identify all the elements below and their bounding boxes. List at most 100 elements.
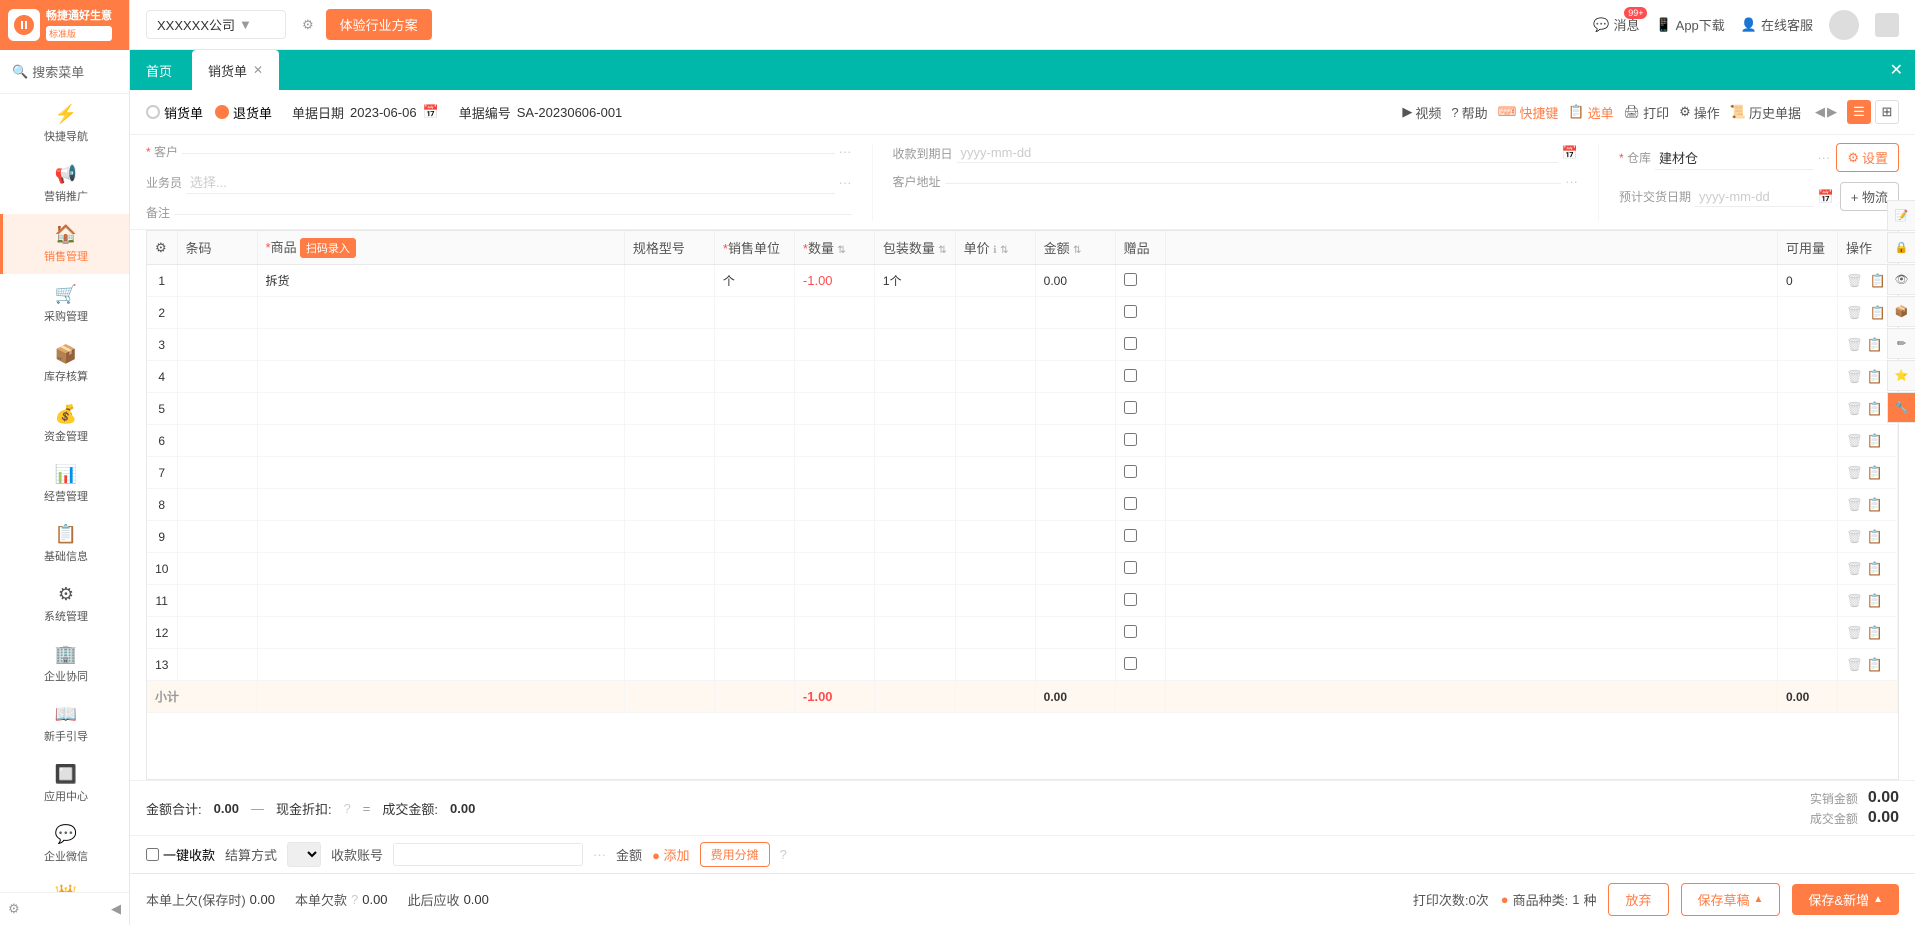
delete-icon[interactable]: 🗑 xyxy=(1846,497,1863,512)
sidebar-item-system[interactable]: ⚙ 系统管理 xyxy=(0,574,129,634)
scan-button[interactable]: 扫码录入 xyxy=(300,238,356,258)
row-amount[interactable]: 0.00 xyxy=(1035,265,1115,297)
user-menu-icon[interactable] xyxy=(1875,13,1899,37)
account-more-icon[interactable]: ··· xyxy=(593,847,606,862)
topbar-gear-icon[interactable]: ⚙ xyxy=(302,17,314,33)
salesperson-input[interactable]: 选择... xyxy=(186,170,834,194)
gift-checkbox[interactable] xyxy=(1124,497,1137,510)
tab-sales-order[interactable]: 销货单 ✕ xyxy=(192,50,279,90)
user-avatar[interactable] xyxy=(1829,10,1859,40)
salesperson-more-icon[interactable]: ··· xyxy=(839,175,852,190)
gift-checkbox[interactable] xyxy=(1124,529,1137,542)
print-action[interactable]: 🖨 打印 xyxy=(1624,103,1670,122)
customer-input[interactable] xyxy=(182,149,834,154)
delete-icon[interactable]: 🗑 xyxy=(1846,433,1863,448)
grid-view-button[interactable]: ⊞ xyxy=(1875,100,1899,124)
delete-icon[interactable]: 🗑 xyxy=(1846,273,1863,288)
customer-address-input[interactable] xyxy=(945,179,1561,184)
copy-icon[interactable]: 📋 xyxy=(1870,305,1886,320)
list-view-button[interactable]: ☰ xyxy=(1847,100,1871,124)
tab-home[interactable]: 首页 xyxy=(130,50,188,90)
delete-icon[interactable]: 🗑 xyxy=(1846,401,1863,416)
account-input[interactable] xyxy=(393,843,583,866)
gift-checkbox[interactable] xyxy=(1124,433,1137,446)
copy-icon[interactable]: 📋 xyxy=(1867,561,1883,576)
fee-split-button[interactable]: 费用分摊 xyxy=(700,842,770,867)
copy-icon[interactable]: 📋 xyxy=(1867,401,1883,416)
save-new-button[interactable]: 保存&新增 ▲ xyxy=(1792,884,1899,915)
copy-icon[interactable]: 📋 xyxy=(1867,657,1883,672)
shortcut-action[interactable]: ⌨ 快捷键 xyxy=(1498,103,1559,122)
warehouse-value[interactable]: 建材仓 xyxy=(1655,146,1813,170)
cash-discount-help[interactable]: ? xyxy=(344,801,351,816)
copy-icon[interactable]: 📋 xyxy=(1867,433,1883,448)
due-date-input[interactable]: yyyy-mm-dd xyxy=(957,143,1558,163)
prev-icon[interactable]: ◀ xyxy=(1815,104,1825,120)
row-unit[interactable]: 个 xyxy=(714,265,794,297)
row-barcode[interactable] xyxy=(177,265,257,297)
gift-checkbox[interactable] xyxy=(1124,657,1137,670)
delete-icon[interactable]: 🗑 xyxy=(1846,593,1863,608)
row-product[interactable]: 拆货 xyxy=(257,265,624,297)
row-spec[interactable] xyxy=(624,297,714,329)
copy-icon[interactable]: 📋 xyxy=(1867,529,1883,544)
next-icon[interactable]: ▶ xyxy=(1827,104,1837,120)
search-menu-button[interactable]: 🔍 搜索菜单 xyxy=(8,58,121,85)
delete-icon[interactable]: 🗑 xyxy=(1846,625,1863,640)
sidebar-item-sales[interactable]: 🏠 销售管理 xyxy=(0,214,129,274)
online-service-button[interactable]: 👤 在线客服 xyxy=(1741,15,1813,34)
collapse-icon[interactable]: ◀ xyxy=(111,901,121,917)
pick-action[interactable]: 📋 选单 xyxy=(1568,103,1613,122)
copy-icon[interactable]: 📋 xyxy=(1867,625,1883,640)
copy-icon[interactable]: 📋 xyxy=(1870,273,1886,288)
radio-return-order[interactable]: 退货单 xyxy=(215,103,272,122)
settings-button[interactable]: ⚙ 设置 xyxy=(1836,143,1899,172)
sidebar-item-apps[interactable]: 🔲 应用中心 xyxy=(0,754,129,814)
payment-method-select[interactable] xyxy=(287,842,321,867)
row-pkg-qty[interactable] xyxy=(874,297,955,329)
row-gift[interactable] xyxy=(1115,297,1165,329)
copy-icon[interactable]: 📋 xyxy=(1867,497,1883,512)
one-click-checkbox[interactable] xyxy=(146,848,159,861)
due-date-calendar-icon[interactable]: 📅 xyxy=(1562,145,1578,161)
row-gift[interactable] xyxy=(1115,265,1165,297)
customer-address-more-icon[interactable]: ··· xyxy=(1565,174,1578,189)
add-link[interactable]: ● 添加 xyxy=(652,845,690,864)
sidebar-item-marketing[interactable]: 📢 营销推广 xyxy=(0,154,129,214)
sidebar-item-wechat[interactable]: 💬 企业微信 xyxy=(0,814,129,874)
gift-checkbox[interactable] xyxy=(1124,465,1137,478)
message-button[interactable]: 💬 消息 99+ xyxy=(1593,15,1639,34)
sidebar-item-members[interactable]: 👑 畅会员 xyxy=(0,874,129,892)
warehouse-more-icon[interactable]: ··· xyxy=(1817,150,1830,165)
th-gear[interactable]: ⚙ xyxy=(147,231,177,265)
row-price[interactable] xyxy=(955,297,1035,329)
sidebar-item-operations[interactable]: 📊 经营管理 xyxy=(0,454,129,514)
copy-icon[interactable]: 📋 xyxy=(1867,369,1883,384)
notes-input[interactable] xyxy=(174,210,851,215)
row-qty[interactable] xyxy=(794,297,874,329)
save-draft-button[interactable]: 保存草稿 ▲ xyxy=(1681,883,1781,916)
rp-edit-button[interactable]: ✏ xyxy=(1887,328,1915,359)
calendar-icon[interactable]: 📅 xyxy=(423,104,439,120)
gift-checkbox[interactable] xyxy=(1124,593,1137,606)
copy-icon[interactable]: 📋 xyxy=(1867,593,1883,608)
delete-icon[interactable]: 🗑 xyxy=(1846,305,1863,320)
expected-delivery-calendar-icon[interactable]: 📅 xyxy=(1818,189,1834,205)
copy-icon[interactable]: 📋 xyxy=(1867,465,1883,480)
row-price[interactable] xyxy=(955,265,1035,297)
delete-icon[interactable]: 🗑 xyxy=(1846,657,1863,672)
expected-delivery-input[interactable]: yyyy-mm-dd xyxy=(1695,187,1814,207)
company-selector[interactable]: XXXXXX公司 ▼ xyxy=(146,10,286,39)
gift-checkbox[interactable] xyxy=(1124,401,1137,414)
close-window-icon[interactable]: ✕ xyxy=(1890,62,1903,79)
delete-icon[interactable]: 🗑 xyxy=(1846,337,1863,352)
rp-box-button[interactable]: 📦 xyxy=(1887,296,1915,327)
rp-orange-button[interactable]: 🔧 xyxy=(1887,392,1915,423)
delete-icon[interactable]: 🗑 xyxy=(1846,529,1863,544)
current-missing-help[interactable]: ? xyxy=(351,892,358,907)
delete-icon[interactable]: 🗑 xyxy=(1846,369,1863,384)
sidebar-item-finance[interactable]: 💰 资金管理 xyxy=(0,394,129,454)
row-spec[interactable] xyxy=(624,265,714,297)
sidebar-item-guide[interactable]: 📖 新手引导 xyxy=(0,694,129,754)
rp-note-button[interactable]: 📝 xyxy=(1887,200,1915,231)
